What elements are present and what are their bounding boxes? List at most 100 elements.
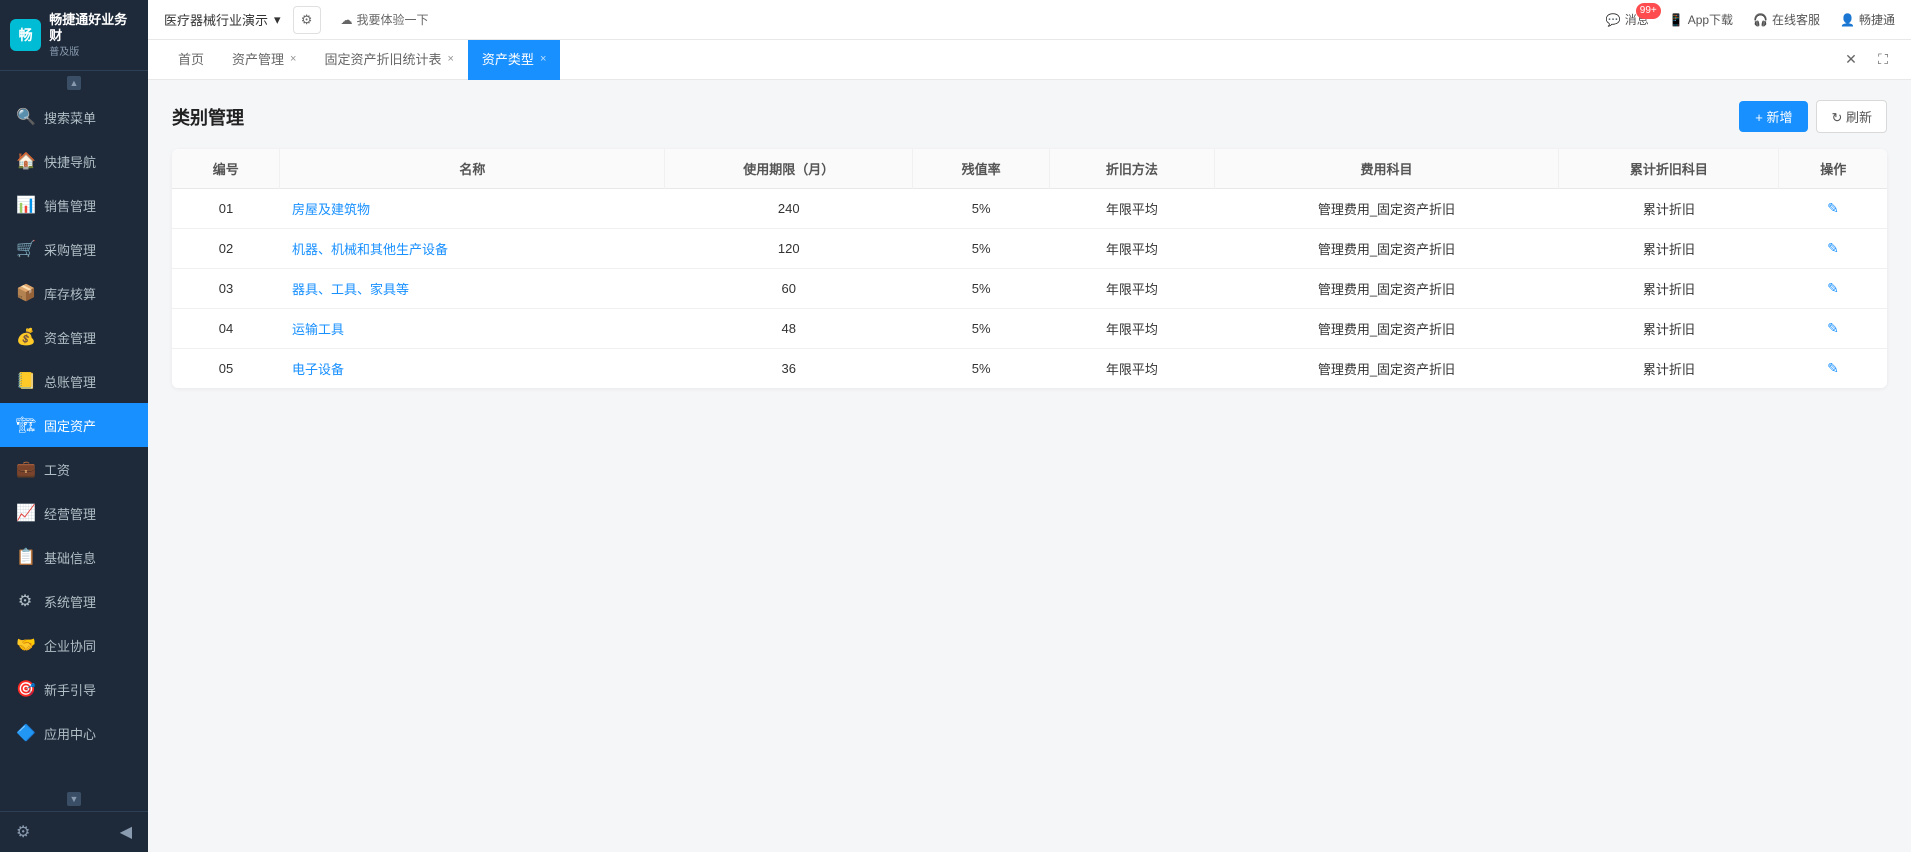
sidebar-item-sales[interactable]: 📊 销售管理	[0, 183, 148, 227]
sidebar-item-quick-nav[interactable]: 🏠 快捷导航	[0, 139, 148, 183]
capital-icon: 💰	[16, 327, 34, 347]
tab-close-asset-mgmt[interactable]: ×	[290, 53, 296, 65]
table-cell[interactable]: ✎	[1779, 309, 1887, 349]
edit-icon[interactable]: ✎	[1827, 320, 1839, 336]
table-cell: 48	[665, 309, 913, 349]
table-cell: 5%	[913, 229, 1050, 269]
table-cell[interactable]: ✎	[1779, 229, 1887, 269]
app-subtitle: 普及版	[49, 43, 138, 58]
company-selector[interactable]: 医疗器械行业演示 ▾	[164, 10, 281, 29]
sidebar-item-inventory[interactable]: 📦 库存核算	[0, 271, 148, 315]
table-cell: 器具、工具、家具等	[280, 269, 665, 309]
ledger-icon: 📒	[16, 371, 34, 391]
sales-icon: 📊	[16, 195, 34, 215]
sidebar-item-system[interactable]: ⚙ 系统管理	[0, 579, 148, 623]
sidebar-scroll-down[interactable]: ▼	[67, 792, 81, 806]
user-btn[interactable]: 👤 畅捷通	[1840, 11, 1895, 28]
service-label: 在线客服	[1772, 11, 1820, 28]
sidebar-item-enterprise[interactable]: 🤝 企业协同	[0, 623, 148, 667]
table-cell: 5%	[913, 189, 1050, 229]
search-icon: 🔍	[16, 107, 34, 127]
edit-icon[interactable]: ✎	[1827, 200, 1839, 216]
sidebar-item-app-center[interactable]: 🔷 应用中心	[0, 711, 148, 755]
col-header: 名称	[280, 149, 665, 189]
sidebar-item-purchase[interactable]: 🛒 采购管理	[0, 227, 148, 271]
service-btn[interactable]: 🎧 在线客服	[1753, 11, 1820, 28]
tab-depreciation-table[interactable]: 固定资产折旧统计表×	[310, 40, 467, 80]
sidebar-scroll-up[interactable]: ▲	[67, 76, 81, 90]
topbar-right: 💬 消息 99+ 📱 App下载 🎧 在线客服 👤 畅捷通	[1606, 11, 1895, 28]
col-header: 费用科目	[1214, 149, 1559, 189]
table-cell: 管理费用_固定资产折旧	[1214, 349, 1559, 389]
tab-label-asset-mgmt: 资产管理	[232, 49, 284, 68]
app-download-btn[interactable]: 📱 App下载	[1669, 11, 1733, 28]
tab-asset-mgmt[interactable]: 资产管理 ×	[218, 40, 310, 80]
tabs-actions: ✕ ⛶	[1839, 48, 1895, 72]
table-cell: 管理费用_固定资产折旧	[1214, 309, 1559, 349]
sidebar-item-fixed-assets[interactable]: 🏗 固定资产	[0, 403, 148, 447]
table: 编号名称使用期限（月）残值率折旧方法费用科目累计折旧科目操作 01房屋及建筑物2…	[172, 149, 1887, 388]
table-cell: 年限平均	[1050, 189, 1215, 229]
edit-icon[interactable]: ✎	[1827, 240, 1839, 256]
edit-icon[interactable]: ✎	[1827, 360, 1839, 376]
sidebar-item-operations[interactable]: 📈 经营管理	[0, 491, 148, 535]
tab-close-asset-type[interactable]: ×	[540, 53, 546, 65]
fixed-assets-icon: 🏗	[16, 415, 34, 435]
table-cell: 管理费用_固定资产折旧	[1214, 269, 1559, 309]
table-cell: 电子设备	[280, 349, 665, 389]
close-tab-btn[interactable]: ✕	[1839, 48, 1863, 72]
basic-info-icon: 📋	[16, 547, 34, 567]
sidebar-label-payroll: 工资	[44, 460, 70, 479]
quick-nav-icon: 🏠	[16, 151, 34, 171]
sidebar-header: 畅 畅捷通好业务财 普及版	[0, 0, 148, 71]
topbar-settings-btn[interactable]: ⚙	[293, 6, 321, 34]
settings-icon[interactable]: ⚙	[16, 822, 30, 842]
tab-home[interactable]: 首页	[164, 40, 218, 80]
new-btn[interactable]: + 新增	[1739, 101, 1808, 132]
col-header: 编号	[172, 149, 280, 189]
table-cell: 累计折旧	[1559, 189, 1779, 229]
collapse-icon[interactable]: ◀	[120, 822, 132, 842]
table-cell[interactable]: ✎	[1779, 269, 1887, 309]
tab-close-depreciation-table[interactable]: ×	[447, 53, 453, 65]
table-cell[interactable]: ✎	[1779, 349, 1887, 389]
main-area: 医疗器械行业演示 ▾ ⚙ ☁ 我要体验一下 💬 消息 99+ 📱 App下载 🎧…	[148, 0, 1911, 852]
table-row: 04运输工具485%年限平均管理费用_固定资产折旧累计折旧✎	[172, 309, 1887, 349]
sidebar-item-basic-info[interactable]: 📋 基础信息	[0, 535, 148, 579]
table-cell: 60	[665, 269, 913, 309]
system-icon: ⚙	[16, 591, 34, 611]
app-title: 畅捷通好业务财	[49, 12, 138, 43]
sidebar-item-guide[interactable]: 🎯 新手引导	[0, 667, 148, 711]
expand-tab-btn[interactable]: ⛶	[1871, 48, 1895, 72]
sidebar-item-capital[interactable]: 💰 资金管理	[0, 315, 148, 359]
user-label: 畅捷通	[1859, 11, 1895, 28]
col-header: 折旧方法	[1050, 149, 1215, 189]
message-icon: 💬	[1606, 13, 1621, 27]
sidebar-item-search[interactable]: 🔍 搜索菜单	[0, 95, 148, 139]
inventory-icon: 📦	[16, 283, 34, 303]
tab-label-asset-type: 资产类型	[482, 49, 534, 68]
page-header: 类别管理 + 新增 ↻ 刷新	[172, 100, 1887, 133]
sidebar-item-ledger[interactable]: 📒 总账管理	[0, 359, 148, 403]
sidebar-item-payroll[interactable]: 💼 工资	[0, 447, 148, 491]
sidebar-label-quick-nav: 快捷导航	[44, 152, 96, 171]
app-logo: 畅	[10, 19, 41, 51]
page-actions: + 新增 ↻ 刷新	[1739, 100, 1887, 133]
table-cell[interactable]: ✎	[1779, 189, 1887, 229]
page-title: 类别管理	[172, 104, 244, 130]
guide-icon: 🎯	[16, 679, 34, 699]
tab-asset-type[interactable]: 资产类型 ×	[468, 40, 560, 80]
table-cell: 5%	[913, 309, 1050, 349]
edit-icon[interactable]: ✎	[1827, 280, 1839, 296]
refresh-btn[interactable]: ↻ 刷新	[1816, 100, 1887, 133]
app-label: App下载	[1688, 11, 1733, 28]
table-cell: 5%	[913, 349, 1050, 389]
sidebar-nav: 🔍 搜索菜单 🏠 快捷导航 📊 销售管理 🛒 采购管理 📦 库存核算 💰 资金管…	[0, 95, 148, 787]
table-header: 编号名称使用期限（月）残值率折旧方法费用科目累计折旧科目操作	[172, 149, 1887, 189]
table-cell: 年限平均	[1050, 309, 1215, 349]
table-cell: 年限平均	[1050, 349, 1215, 389]
message-btn[interactable]: 💬 消息 99+	[1606, 11, 1649, 28]
col-header: 使用期限（月）	[665, 149, 913, 189]
table-row: 01房屋及建筑物2405%年限平均管理费用_固定资产折旧累计折旧✎	[172, 189, 1887, 229]
experience-btn[interactable]: ☁ 我要体验一下	[341, 11, 429, 28]
